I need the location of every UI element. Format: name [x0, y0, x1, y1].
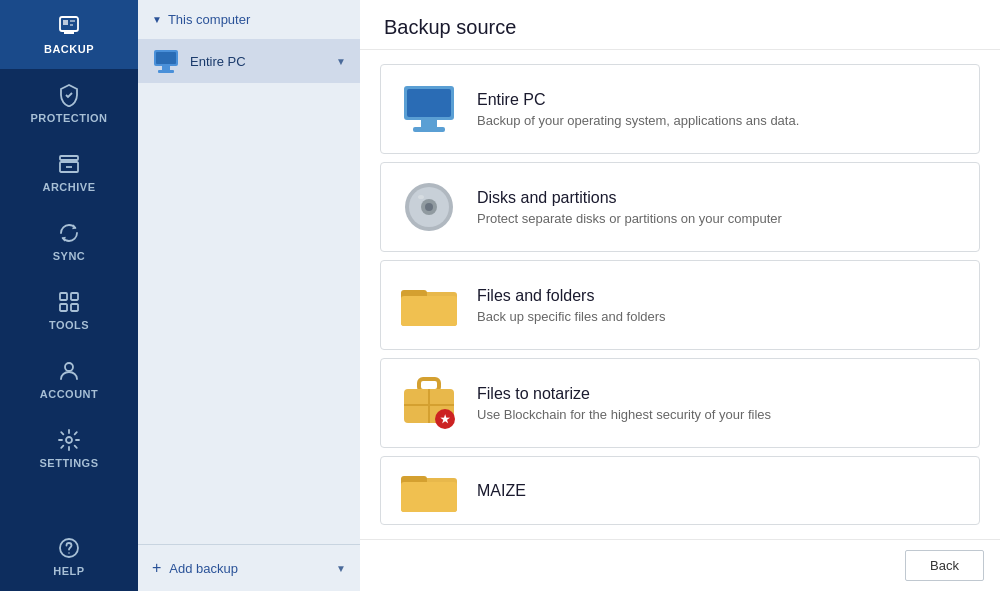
source-card-notarize[interactable]: ★ Files to notarize Use Blockchain for t… — [380, 358, 980, 448]
sidebar-item-backup[interactable]: BACKUP — [0, 0, 138, 69]
notarize-icon: ★ — [399, 373, 459, 433]
svg-rect-23 — [421, 120, 437, 127]
backup-icon — [57, 14, 81, 38]
settings-icon — [57, 428, 81, 452]
sidebar-item-tools[interactable]: TOOLS — [0, 276, 138, 345]
entire-pc-icon — [399, 79, 459, 139]
sidebar-archive-label: ARCHIVE — [42, 181, 95, 193]
panel-chevron-icon: ▼ — [336, 56, 346, 67]
add-icon: + — [152, 559, 161, 577]
sidebar-protection-label: PROTECTION — [30, 112, 107, 124]
sidebar-backup-label: BACKUP — [44, 43, 94, 55]
add-backup-chevron-icon: ▼ — [336, 563, 346, 574]
disk-icon — [399, 177, 459, 237]
svg-rect-22 — [407, 89, 451, 117]
sidebar-sync-label: SYNC — [53, 250, 86, 262]
panel-selected-item[interactable]: Entire PC ▼ — [138, 39, 360, 83]
svg-rect-3 — [70, 24, 73, 26]
svg-point-13 — [65, 363, 73, 371]
sidebar-help-label: HELP — [53, 565, 84, 577]
add-backup-row[interactable]: + Add backup ▼ — [138, 544, 360, 591]
sidebar-item-account[interactable]: ACCOUNT — [0, 345, 138, 414]
help-icon — [57, 536, 81, 560]
main-title: Backup source — [360, 0, 1000, 50]
svg-point-16 — [68, 552, 70, 554]
disks-title: Disks and partitions — [477, 189, 782, 207]
svg-point-29 — [418, 195, 424, 199]
svg-rect-19 — [158, 70, 174, 73]
archive-icon — [57, 152, 81, 176]
svg-rect-20 — [156, 52, 176, 64]
folder-icon — [399, 275, 459, 335]
source-card-maize[interactable]: MAIZE — [380, 456, 980, 525]
notarize-text: Files to notarize Use Blockchain for the… — [477, 385, 771, 422]
panel-arrow-icon: ▼ — [152, 14, 162, 25]
maize-text: MAIZE — [477, 482, 526, 500]
main-area: Backup source Entire PC Backup of your o… — [360, 0, 1000, 591]
svg-rect-41 — [401, 482, 457, 512]
svg-point-14 — [66, 437, 72, 443]
svg-rect-12 — [71, 304, 78, 311]
svg-rect-32 — [401, 296, 457, 326]
source-card-files-folders[interactable]: Files and folders Back up specific files… — [380, 260, 980, 350]
maize-icon — [399, 461, 459, 521]
back-button[interactable]: Back — [905, 550, 984, 581]
account-icon — [57, 359, 81, 383]
maize-title: MAIZE — [477, 482, 526, 500]
svg-rect-1 — [63, 20, 68, 25]
svg-rect-10 — [71, 293, 78, 300]
svg-rect-24 — [413, 127, 445, 132]
svg-rect-2 — [70, 20, 75, 22]
svg-rect-0 — [60, 17, 78, 31]
sidebar-item-sync[interactable]: SYNC — [0, 207, 138, 276]
entire-pc-text: Entire PC Backup of your operating syste… — [477, 91, 799, 128]
sidebar-item-archive[interactable]: ARCHIVE — [0, 138, 138, 207]
source-cards-list: Entire PC Backup of your operating syste… — [360, 50, 1000, 539]
protection-icon — [57, 83, 81, 107]
entire-pc-desc: Backup of your operating system, applica… — [477, 113, 799, 128]
notarize-title: Files to notarize — [477, 385, 771, 403]
disks-text: Disks and partitions Protect separate di… — [477, 189, 782, 226]
main-footer: Back — [360, 539, 1000, 591]
sync-icon — [57, 221, 81, 245]
files-folders-desc: Back up specific files and folders — [477, 309, 666, 324]
panel-header-title: This computer — [168, 12, 250, 27]
svg-rect-18 — [162, 66, 170, 70]
entire-pc-title: Entire PC — [477, 91, 799, 109]
tools-icon — [57, 290, 81, 314]
sidebar-item-help[interactable]: HELP — [0, 522, 138, 591]
svg-text:★: ★ — [440, 413, 451, 425]
source-card-entire-pc[interactable]: Entire PC Backup of your operating syste… — [380, 64, 980, 154]
sidebar-item-settings[interactable]: SETTINGS — [0, 414, 138, 483]
source-card-disks[interactable]: Disks and partitions Protect separate di… — [380, 162, 980, 252]
sidebar-account-label: ACCOUNT — [40, 388, 99, 400]
files-folders-text: Files and folders Back up specific files… — [477, 287, 666, 324]
svg-rect-6 — [60, 156, 78, 160]
panel-header: ▼ This computer — [138, 0, 360, 39]
sidebar-item-protection[interactable]: PROTECTION — [0, 69, 138, 138]
backup-panel: ▼ This computer Entire PC ▼ + Add backup… — [138, 0, 360, 591]
svg-rect-9 — [60, 293, 67, 300]
monitor-icon — [152, 49, 180, 73]
sidebar: BACKUP PROTECTION ARCHIVE SYNC — [0, 0, 138, 591]
sidebar-tools-label: TOOLS — [49, 319, 89, 331]
notarize-desc: Use Blockchain for the highest security … — [477, 407, 771, 422]
svg-point-28 — [425, 203, 433, 211]
panel-item-label: Entire PC — [190, 54, 326, 69]
svg-rect-11 — [60, 304, 67, 311]
sidebar-settings-label: SETTINGS — [39, 457, 98, 469]
disks-desc: Protect separate disks or partitions on … — [477, 211, 782, 226]
add-backup-label: Add backup — [169, 561, 328, 576]
files-folders-title: Files and folders — [477, 287, 666, 305]
